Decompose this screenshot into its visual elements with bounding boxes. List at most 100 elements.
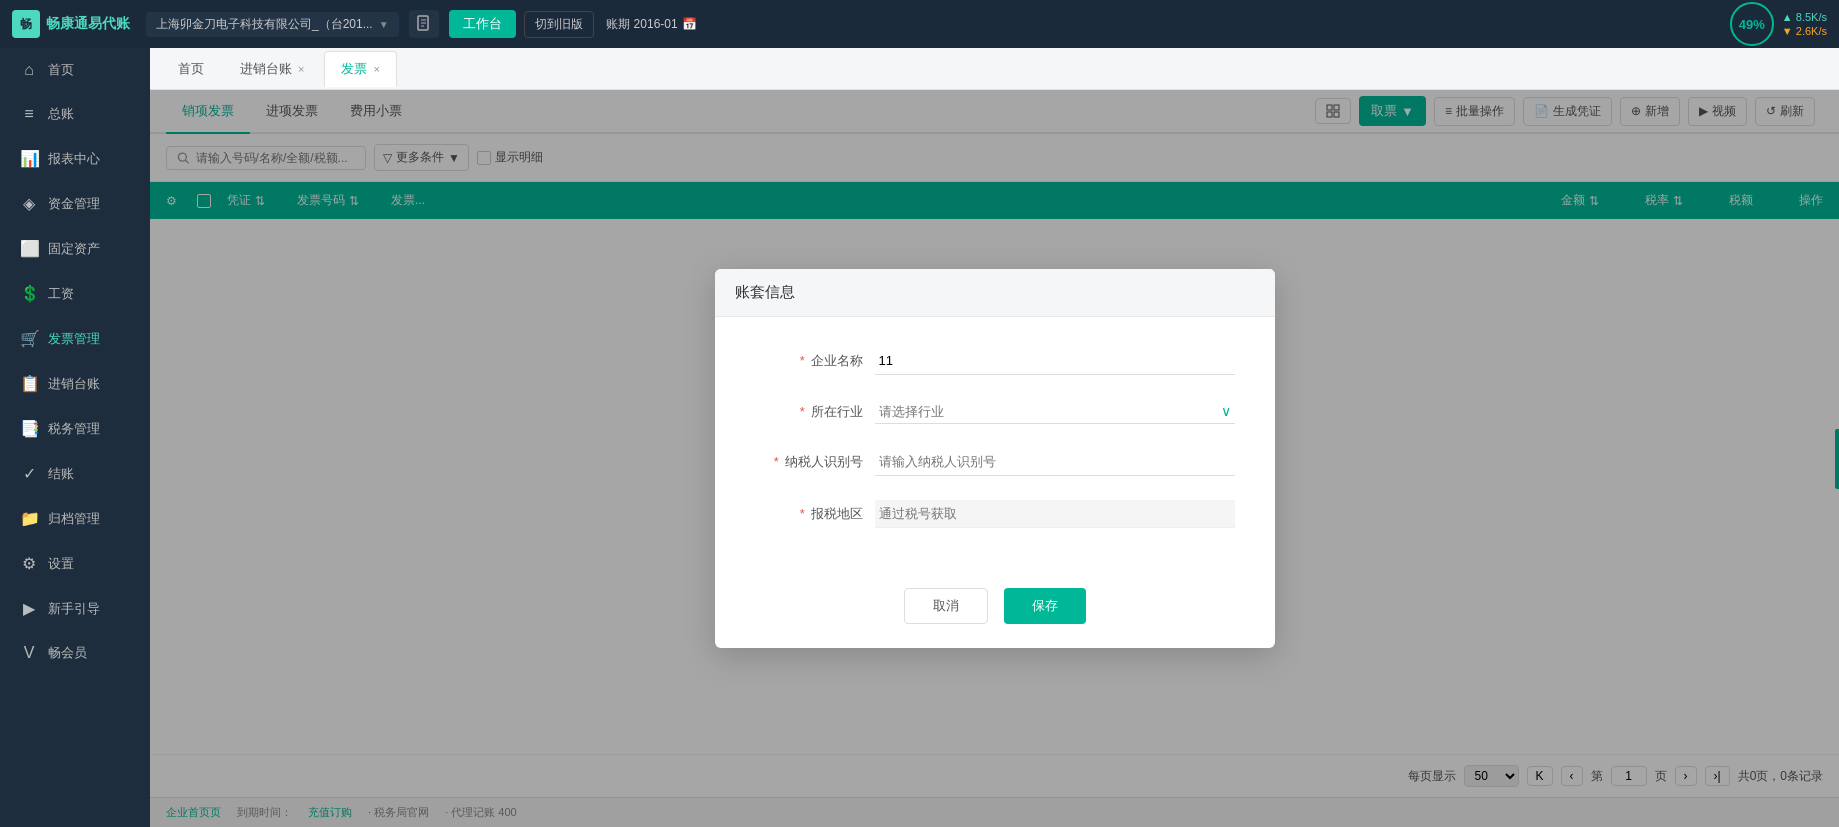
company-dropdown-icon: ▼ <box>379 19 389 30</box>
tax-region-label: * 报税地区 <box>755 505 875 523</box>
sidebar-label-checkout: 结账 <box>48 465 74 483</box>
sidebar-item-tax[interactable]: 📑 税务管理 <box>0 406 150 451</box>
modal-header: 账套信息 <box>715 269 1275 317</box>
sidebar-label-assets: 固定资产 <box>48 240 100 258</box>
sidebar-label-finance: 资金管理 <box>48 195 100 213</box>
company-name-input[interactable] <box>875 347 1235 375</box>
tab-home[interactable]: 首页 <box>162 52 220 86</box>
workspace-button[interactable]: 工作台 <box>449 10 516 38</box>
main-layout: ⌂ 首页 ≡ 总账 📊 报表中心 ◈ 资金管理 ⬜ 固定资产 💲 工资 🛒 发票… <box>0 48 1839 827</box>
modal-title: 账套信息 <box>735 283 795 300</box>
tab-invoice-close[interactable]: × <box>373 63 379 75</box>
percent-value: 49% <box>1739 17 1765 32</box>
content-area: 首页 进销台账 × 发票 × 销项发票 进项发票 费用 <box>150 48 1839 827</box>
form-row-tax-id: * 纳税人识别号 <box>755 448 1235 476</box>
cancel-button[interactable]: 取消 <box>904 588 988 624</box>
sidebar-item-checkout[interactable]: ✓ 结账 <box>0 451 150 496</box>
sidebar-item-payroll[interactable]: 💲 工资 <box>0 271 150 316</box>
sidebar-item-home[interactable]: ⌂ 首页 <box>0 48 150 92</box>
period-info: 账期 2016-01 📅 <box>606 16 697 33</box>
modal-body: * 企业名称 * 所在行业 <box>715 317 1275 572</box>
form-row-tax-region: * 报税地区 <box>755 500 1235 528</box>
modal-overlay: 账套信息 * 企业名称 <box>150 90 1839 827</box>
logo: 畅 畅康通易代账 <box>12 10 130 38</box>
industry-label: * 所在行业 <box>755 403 875 421</box>
tax-region-input <box>875 500 1235 528</box>
checkout-icon: ✓ <box>20 464 38 483</box>
reports-icon: 📊 <box>20 149 38 168</box>
industry-dropdown-icon: ∨ <box>1221 403 1231 419</box>
sidebar-label-reports: 报表中心 <box>48 150 100 168</box>
sidebar-item-ledger[interactable]: ≡ 总账 <box>0 92 150 136</box>
modal-dialog: 账套信息 * 企业名称 <box>715 269 1275 648</box>
required-star-3: * <box>774 454 779 469</box>
speed-values: ▲ 8.5K/s ▼ 2.6K/s <box>1782 11 1827 37</box>
form-row-company-name: * 企业名称 <box>755 347 1235 375</box>
archive-icon: 📁 <box>20 509 38 528</box>
tab-purchase-label: 进销台账 <box>240 60 292 78</box>
sidebar-item-assets[interactable]: ⬜ 固定资产 <box>0 226 150 271</box>
logo-icon: 畅 <box>12 10 40 38</box>
member-icon: V <box>20 644 38 662</box>
sidebar-item-invoice[interactable]: 🛒 发票管理 <box>0 316 150 361</box>
sidebar-label-invoice: 发票管理 <box>48 330 100 348</box>
home-icon: ⌂ <box>20 61 38 79</box>
sidebar: ⌂ 首页 ≡ 总账 📊 报表中心 ◈ 资金管理 ⬜ 固定资产 💲 工资 🛒 发票… <box>0 48 150 827</box>
sidebar-item-finance[interactable]: ◈ 资金管理 <box>0 181 150 226</box>
logo-abbr: 畅 <box>20 16 32 33</box>
tab-purchase-close[interactable]: × <box>298 63 304 75</box>
speed-down: ▼ 2.6K/s <box>1782 25 1827 37</box>
sidebar-label-payroll: 工资 <box>48 285 74 303</box>
sidebar-item-archive[interactable]: 📁 归档管理 <box>0 496 150 541</box>
sidebar-item-guide[interactable]: ▶ 新手引导 <box>0 586 150 631</box>
sidebar-label-tax: 税务管理 <box>48 420 100 438</box>
sidebar-label-archive: 归档管理 <box>48 510 100 528</box>
tab-invoice-label: 发票 <box>341 60 367 78</box>
company-name-label: * 企业名称 <box>755 352 875 370</box>
save-button[interactable]: 保存 <box>1004 588 1086 624</box>
industry-select-wrapper[interactable]: ∨ <box>875 399 1235 424</box>
sidebar-item-purchase[interactable]: 📋 进销台账 <box>0 361 150 406</box>
tax-id-input[interactable] <box>875 448 1235 476</box>
tab-home-label: 首页 <box>178 60 204 78</box>
tab-purchase[interactable]: 进销台账 × <box>224 52 320 86</box>
payroll-icon: 💲 <box>20 284 38 303</box>
sidebar-item-settings[interactable]: ⚙ 设置 <box>0 541 150 586</box>
settings-icon: ⚙ <box>20 554 38 573</box>
ledger-icon: ≡ <box>20 105 38 123</box>
assets-icon: ⬜ <box>20 239 38 258</box>
period-label: 账期 <box>606 16 630 33</box>
purchase-icon: 📋 <box>20 374 38 393</box>
company-selector[interactable]: 上海卯金刀电子科技有限公司_（台201... ▼ <box>146 12 399 37</box>
top-bar: 畅 畅康通易代账 上海卯金刀电子科技有限公司_（台201... ▼ 工作台 切到… <box>0 0 1839 48</box>
required-star-2: * <box>800 404 805 419</box>
guide-icon: ▶ <box>20 599 38 618</box>
sidebar-label-guide: 新手引导 <box>48 600 100 618</box>
tax-icon: 📑 <box>20 419 38 438</box>
speed-indicator: 49% <box>1730 2 1774 46</box>
sidebar-label-member: 畅会员 <box>48 644 87 662</box>
sidebar-label-home: 首页 <box>48 61 74 79</box>
tax-id-label: * 纳税人识别号 <box>755 453 875 471</box>
page-content: 销项发票 进项发票 费用小票 <box>150 90 1839 827</box>
doc-icon[interactable] <box>409 10 439 38</box>
invoice-icon: 🛒 <box>20 329 38 348</box>
sidebar-label-settings: 设置 <box>48 555 74 573</box>
form-row-industry: * 所在行业 ∨ <box>755 399 1235 424</box>
calendar-icon[interactable]: 📅 <box>682 17 697 31</box>
speed-up: ▲ 8.5K/s <box>1782 11 1827 23</box>
period-value: 2016-01 <box>634 17 678 31</box>
tab-bar: 首页 进销台账 × 发票 × <box>150 48 1839 90</box>
tab-invoice[interactable]: 发票 × <box>324 51 396 87</box>
sidebar-item-member[interactable]: V 畅会员 <box>0 631 150 675</box>
top-bar-right: 49% ▲ 8.5K/s ▼ 2.6K/s <box>1730 2 1827 46</box>
industry-select-input[interactable] <box>879 404 1221 419</box>
finance-icon: ◈ <box>20 194 38 213</box>
modal-footer: 取消 保存 <box>715 572 1275 648</box>
logo-text: 畅康通易代账 <box>46 15 130 33</box>
switch-version-button[interactable]: 切到旧版 <box>524 11 594 38</box>
company-name: 上海卯金刀电子科技有限公司_（台201... <box>156 16 373 33</box>
sidebar-item-reports[interactable]: 📊 报表中心 <box>0 136 150 181</box>
sidebar-label-ledger: 总账 <box>48 105 74 123</box>
sidebar-label-purchase: 进销台账 <box>48 375 100 393</box>
